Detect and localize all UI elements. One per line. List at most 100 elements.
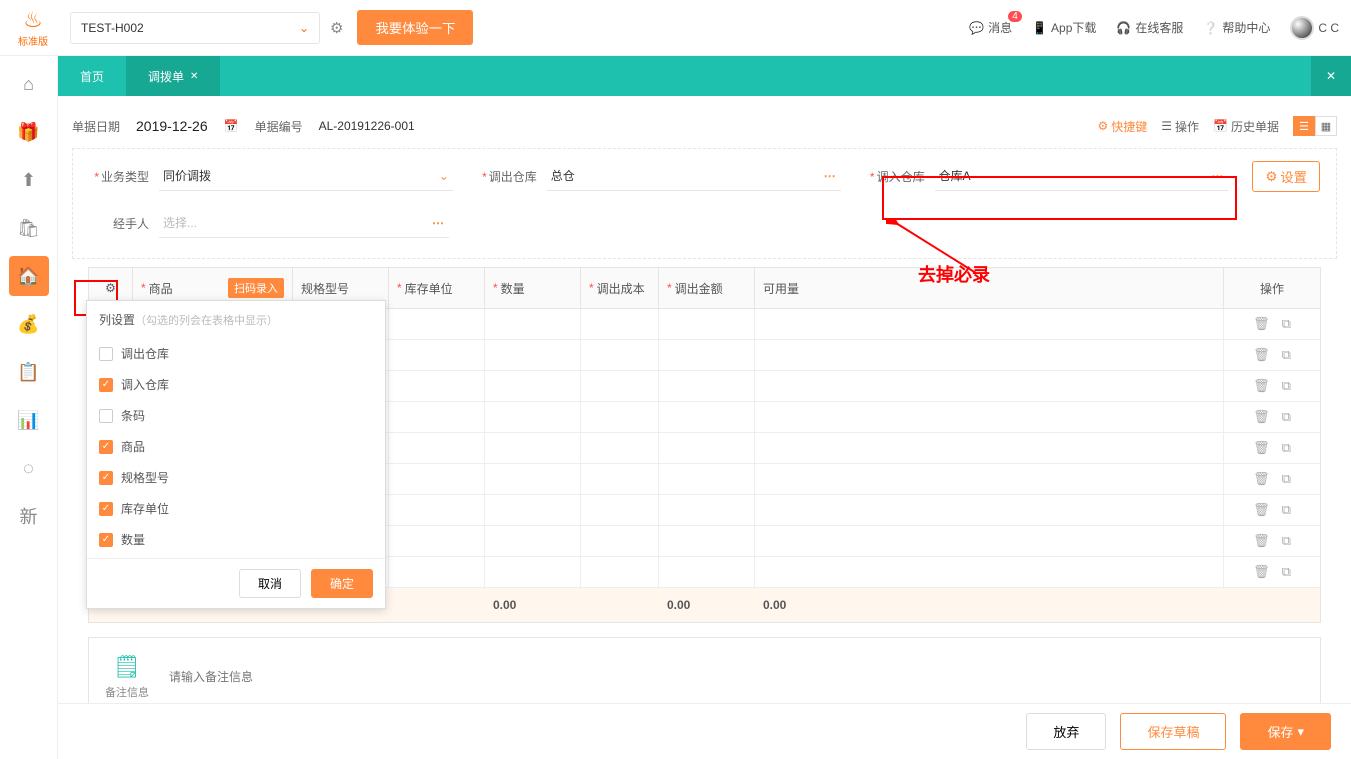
calendar-icon[interactable]: 📅	[224, 119, 239, 133]
column-option[interactable]: ✓数量	[99, 524, 373, 555]
copy-icon[interactable]: ⧉	[1282, 316, 1291, 332]
column-settings-button[interactable]: ⚙ 列设置（勾选的列会在表格中显示） 调出仓库✓调入仓库条码✓商品✓规格型号✓库…	[89, 268, 133, 308]
nav-bag[interactable]: 🛍	[9, 208, 49, 248]
top-right-nav: 💬 消息 4 📱 App下载 🎧 在线客服 ❔ 帮助中心 C C	[969, 16, 1339, 40]
nav-report[interactable]: 📊	[9, 400, 49, 440]
list-icon: ☰	[1161, 119, 1172, 133]
ops-link[interactable]: ☰操作	[1161, 118, 1199, 135]
copy-icon[interactable]: ⧉	[1282, 502, 1291, 518]
checkbox[interactable]: ✓	[99, 440, 113, 454]
close-panel-icon[interactable]: ✕	[1311, 56, 1351, 96]
column-option[interactable]: ✓规格型号	[99, 462, 373, 493]
checkbox[interactable]: ✓	[99, 502, 113, 516]
setup-button[interactable]: ⚙设置	[1252, 161, 1320, 192]
tab-transfer[interactable]: 调拨单 ✕	[126, 56, 220, 96]
delete-icon[interactable]: 🗑	[1253, 316, 1270, 332]
copy-icon[interactable]: ⧉	[1282, 471, 1291, 487]
gear-icon: ⚙	[1265, 169, 1277, 185]
brand-label: 标准版	[18, 33, 48, 48]
checkbox[interactable]	[99, 347, 113, 361]
table-header: ⚙ 列设置（勾选的列会在表格中显示） 调出仓库✓调入仓库条码✓商品✓规格型号✓库…	[89, 268, 1320, 309]
close-icon[interactable]: ✕	[190, 71, 198, 82]
handler-field[interactable]: 经手人 选择...⋯	[89, 208, 449, 238]
main: 首页 调拨单 ✕ ✕ ▤ ⛶ 单据日期 2019-12-26 📅 单据编号 AL…	[58, 56, 1351, 759]
experience-button[interactable]: 我要体验一下	[357, 10, 473, 45]
nav-gift[interactable]: 🎁	[9, 112, 49, 152]
chat-icon: 💬	[969, 21, 984, 35]
column-option[interactable]: 调出仓库	[99, 338, 373, 369]
table: ⚙ 列设置（勾选的列会在表格中显示） 调出仓库✓调入仓库条码✓商品✓规格型号✓库…	[88, 267, 1321, 623]
docnum-label: 单据编号	[255, 118, 303, 135]
help-link[interactable]: ❔ 帮助中心	[1203, 19, 1270, 36]
remark-input[interactable]	[169, 670, 1304, 684]
delete-icon[interactable]: 🗑	[1253, 409, 1270, 425]
column-option[interactable]: ✓库存单位	[99, 493, 373, 524]
settings-icon[interactable]: ⚙	[330, 19, 343, 37]
business-type-field[interactable]: *业务类型 同价调拨⌄	[89, 161, 453, 191]
delete-icon[interactable]: 🗑	[1253, 440, 1270, 456]
nav-warehouse[interactable]: 🏠	[9, 256, 49, 296]
note-icon: 🗒	[113, 654, 141, 680]
top-bar: ♨ 标准版 TEST-H002 ⌄ ⚙ 我要体验一下 💬 消息 4 📱 App下…	[0, 0, 1351, 56]
nav-money[interactable]: 💰	[9, 304, 49, 344]
more-icon: ⋯	[432, 216, 445, 230]
messages-badge: 4	[1008, 11, 1022, 22]
doc-header: 单据日期 2019-12-26 📅 单据编号 AL-20191226-001 ⚙…	[72, 108, 1337, 144]
avatar	[1290, 16, 1314, 40]
view-list[interactable]: ☰	[1293, 116, 1315, 136]
delete-icon[interactable]: 🗑	[1253, 564, 1270, 580]
copy-icon[interactable]: ⧉	[1282, 347, 1291, 363]
nav-home[interactable]: ⌂	[9, 64, 49, 104]
discard-button[interactable]: 放弃	[1026, 713, 1106, 750]
scan-button[interactable]: 扫码录入	[228, 278, 284, 298]
column-option[interactable]: ✓调入仓库	[99, 369, 373, 400]
delete-icon[interactable]: 🗑	[1253, 533, 1270, 549]
bottom-bar: 放弃 保存草稿 保存▾	[58, 703, 1351, 759]
out-warehouse-field[interactable]: *调出仓库 总仓⋯	[477, 161, 841, 191]
checkbox[interactable]: ✓	[99, 533, 113, 547]
column-option[interactable]: ✓商品	[99, 431, 373, 462]
history-link[interactable]: 📅历史单据	[1213, 118, 1279, 135]
more-icon: ⋯	[1211, 169, 1224, 183]
company-select[interactable]: TEST-H002 ⌄	[70, 12, 320, 44]
checkbox[interactable]	[99, 409, 113, 423]
docnum-value: AL-20191226-001	[319, 119, 415, 133]
date-value[interactable]: 2019-12-26	[136, 118, 208, 134]
popover-list: 调出仓库✓调入仓库条码✓商品✓规格型号✓库存单位✓数量单位2	[87, 338, 385, 558]
delete-icon[interactable]: 🗑	[1253, 502, 1270, 518]
save-draft-button[interactable]: 保存草稿	[1120, 713, 1226, 750]
checkbox[interactable]: ✓	[99, 378, 113, 392]
user-menu[interactable]: C C	[1290, 16, 1339, 40]
copy-icon[interactable]: ⧉	[1282, 564, 1291, 580]
delete-icon[interactable]: 🗑	[1253, 471, 1270, 487]
copy-icon[interactable]: ⧉	[1282, 533, 1291, 549]
nav-up[interactable]: ⬆	[9, 160, 49, 200]
view-grid[interactable]: ▦	[1315, 116, 1337, 136]
column-option[interactable]: 条码	[99, 400, 373, 431]
shortcut-link[interactable]: ⚙快捷键	[1097, 118, 1147, 135]
customer-service-link[interactable]: 🎧 在线客服	[1116, 19, 1183, 36]
save-button[interactable]: 保存▾	[1240, 713, 1331, 750]
date-label: 单据日期	[72, 118, 120, 135]
nav-new[interactable]: 新	[9, 496, 49, 536]
chevron-down-icon: ⌄	[299, 21, 309, 35]
delete-icon[interactable]: 🗑	[1253, 378, 1270, 394]
nav-clipboard[interactable]: 📋	[9, 352, 49, 392]
popover-title: 列设置（勾选的列会在表格中显示）	[87, 301, 385, 338]
copy-icon[interactable]: ⧉	[1282, 440, 1291, 456]
nav-sync[interactable]: ◌	[9, 448, 49, 488]
app-download-link[interactable]: 📱 App下载	[1032, 19, 1096, 36]
ok-button[interactable]: 确定	[311, 569, 373, 598]
checkbox[interactable]: ✓	[99, 471, 113, 485]
more-icon: ⋯	[824, 169, 837, 183]
messages-link[interactable]: 💬 消息 4	[969, 19, 1012, 36]
tab-home[interactable]: 首页	[58, 56, 126, 96]
copy-icon[interactable]: ⧉	[1282, 378, 1291, 394]
gear-icon: ⚙	[1097, 119, 1108, 133]
calendar-icon: 📅	[1213, 119, 1228, 133]
copy-icon[interactable]: ⧉	[1282, 409, 1291, 425]
cancel-button[interactable]: 取消	[239, 569, 301, 598]
delete-icon[interactable]: 🗑	[1253, 347, 1270, 363]
headset-icon: 🎧	[1116, 21, 1131, 35]
in-warehouse-field[interactable]: *调入仓库 仓库A⋯	[865, 161, 1229, 191]
